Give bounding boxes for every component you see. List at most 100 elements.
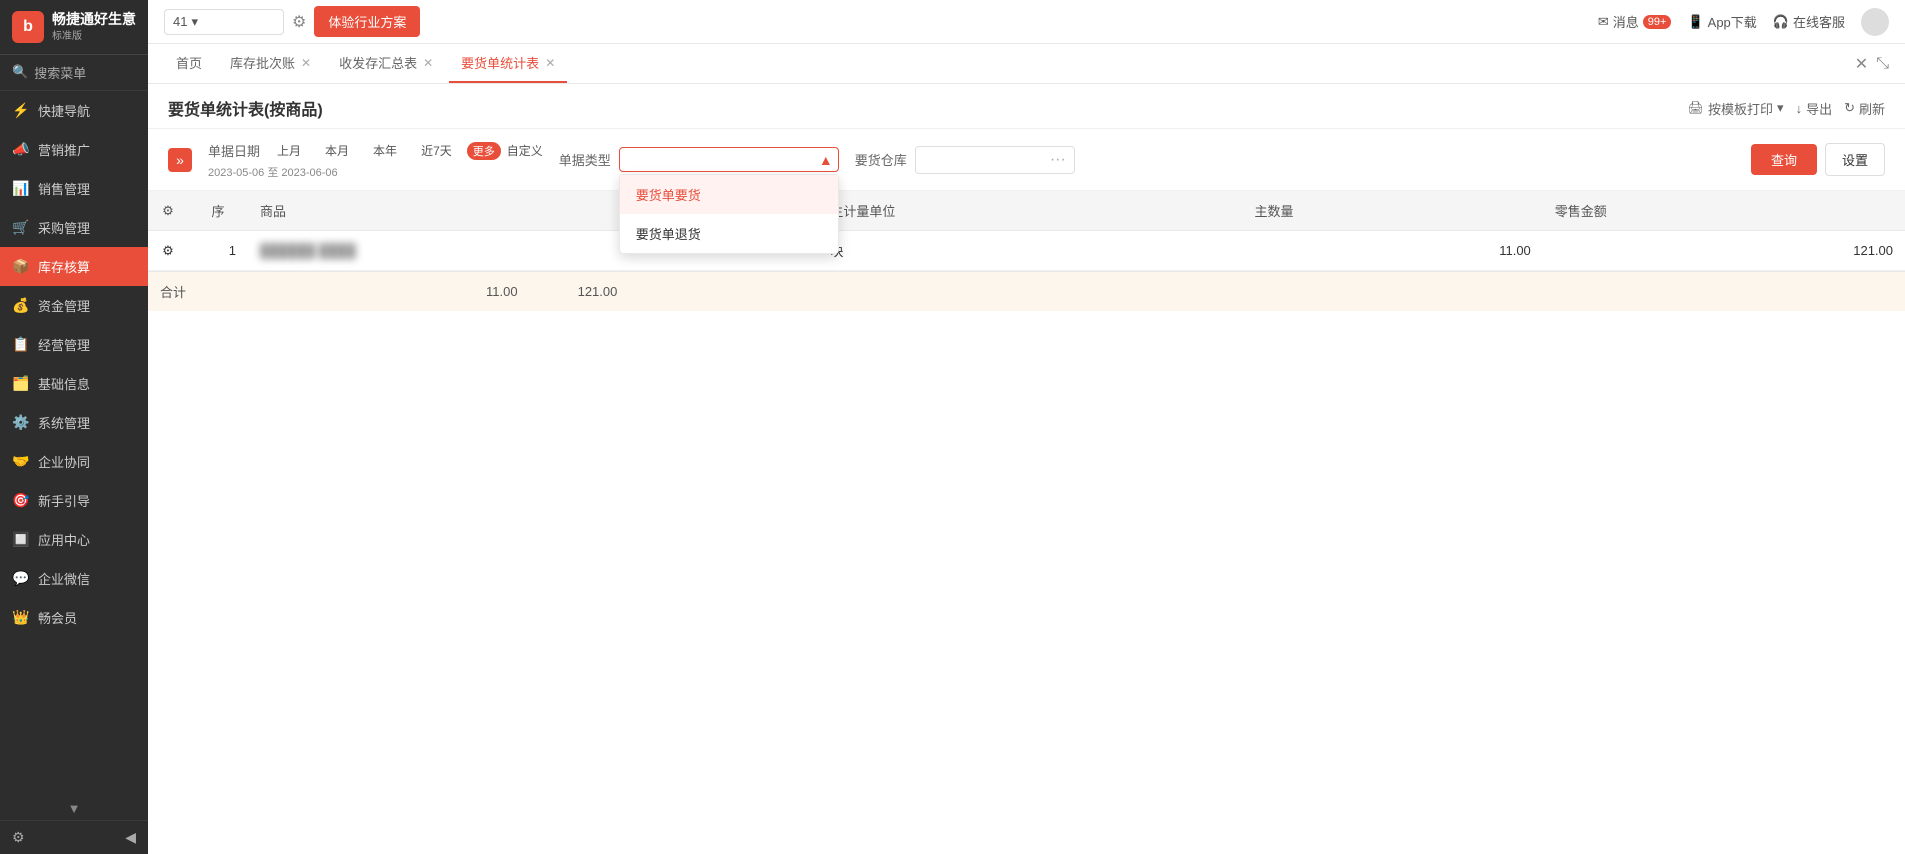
sidebar-item-marketing[interactable]: 📣营销推广 (0, 130, 148, 169)
date-this-year[interactable]: 本年 (364, 139, 406, 162)
sidebar-item-system[interactable]: ⚙️系统管理 (0, 403, 148, 442)
settings-button[interactable]: 设置 (1825, 143, 1885, 176)
topbar-left: 41 ▾ ⚙ 体验行业方案 (164, 6, 1586, 37)
tabs-bar: 首页库存批次账 ✕收发存汇总表 ✕要货单统计表 ✕✕⤡ (148, 44, 1905, 84)
app-download-btn[interactable]: 📱 App下载 (1687, 12, 1756, 31)
sidebar-item-operations[interactable]: 📋经营管理 (0, 325, 148, 364)
logo-icon: b (12, 11, 44, 43)
tab-close-batch[interactable]: ✕ (301, 56, 311, 70)
refresh-icon: ↻ (1844, 100, 1855, 116)
date-last-7[interactable]: 近7天 (412, 139, 461, 162)
page-panel: 要货单统计表(按商品) 🖨 按模板打印 ▾ ↓ 导出 ↻ 刷新 (148, 84, 1905, 854)
operations-icon: 📋 (12, 335, 30, 353)
sidebar-item-member[interactable]: 👑畅会员 (0, 598, 148, 637)
row-index: 1 (188, 231, 248, 271)
trial-button[interactable]: 体验行业方案 (314, 6, 420, 37)
appstore-icon: 🔲 (12, 530, 30, 548)
app-logo: b 畅捷通好生意 标准版 (0, 0, 148, 55)
col-amount: 零售金额 (1543, 191, 1905, 231)
collapse-icon[interactable]: ◀ (125, 829, 136, 846)
export-icon: ↓ (1796, 101, 1803, 116)
company-select[interactable]: 41 ▾ (164, 9, 284, 35)
settings-icon[interactable]: ⚙ (12, 829, 25, 846)
online-service-btn[interactable]: 🎧 在线客服 (1773, 12, 1845, 31)
messages-btn[interactable]: ✉ 消息 99+ (1598, 12, 1672, 31)
tab-batch[interactable]: 库存批次账 ✕ (218, 44, 323, 83)
warehouse-label: 要货仓库 (855, 150, 907, 169)
download-icon: 📱 (1687, 14, 1703, 30)
sidebar-item-wechat[interactable]: 💬企业微信 (0, 559, 148, 598)
print-chevron-icon: ▾ (1777, 100, 1784, 116)
user-avatar[interactable] (1861, 8, 1889, 36)
warehouse-filter-group: 要货仓库 ··· (855, 146, 1075, 174)
chevron-down-icon: ▾ (191, 14, 198, 30)
inventory-icon: 📦 (12, 257, 30, 275)
footer-label: 合计 (160, 282, 186, 301)
quick-nav-icon: ⚡ (12, 101, 30, 119)
message-icon: ✉ (1598, 14, 1609, 30)
date-filter-group: 单据日期 上月 本月 本年 近7天 更多 自定义 2023-05-06 至 20… (208, 139, 543, 180)
sidebar: b 畅捷通好生意 标准版 🔍 搜索菜单 ⚡快捷导航📣营销推广📊销售管理🛒采购管理… (0, 0, 148, 854)
filter-bar: » 单据日期 上月 本月 本年 近7天 更多 自定义 (148, 129, 1905, 191)
table-row: ⚙ 1 ██████ ████ 块 11.00 121.00 (148, 231, 1905, 271)
guide-icon: 🎯 (12, 491, 30, 509)
search-icon: 🔍 (12, 64, 28, 80)
page-title: 要货单统计表(按商品) (168, 96, 323, 120)
search-menu[interactable]: 🔍 搜索菜单 (0, 55, 148, 91)
date-last-month[interactable]: 上月 (268, 139, 310, 162)
logo-text: 畅捷通好生意 标准版 (52, 10, 136, 44)
close-all-icon[interactable]: ✕ (1855, 54, 1868, 74)
tab-home[interactable]: 首页 (164, 44, 214, 83)
service-icon: 🎧 (1773, 14, 1789, 30)
date-shortcuts: 上月 本月 本年 近7天 更多 自定义 (268, 139, 543, 162)
export-btn[interactable]: ↓ 导出 (1796, 99, 1833, 118)
nav-scroll-down[interactable]: ▼ (0, 797, 148, 820)
sidebar-item-quick-nav[interactable]: ⚡快捷导航 (0, 91, 148, 130)
tab-close-receipt[interactable]: ✕ (423, 56, 433, 70)
type-select-wrapper: ▲ 要货单要货要货单退货 (619, 147, 839, 172)
date-more-badge[interactable]: 更多 (467, 142, 501, 160)
sidebar-item-guide[interactable]: 🎯新手引导 (0, 481, 148, 520)
page-header: 要货单统计表(按商品) 🖨 按模板打印 ▾ ↓ 导出 ↻ 刷新 (148, 84, 1905, 129)
page-content: 要货单统计表(按商品) 🖨 按模板打印 ▾ ↓ 导出 ↻ 刷新 (148, 84, 1905, 854)
enterprise-icon: 🤝 (12, 452, 30, 470)
type-label: 单据类型 (559, 150, 611, 169)
date-label: 单据日期 (208, 141, 260, 160)
col-settings: ⚙ (148, 191, 188, 231)
sidebar-item-basics[interactable]: 🗂️基础信息 (0, 364, 148, 403)
warehouse-select[interactable]: ··· (915, 146, 1075, 174)
dropdown-item-order-goods[interactable]: 要货单要货 (620, 175, 838, 214)
member-icon: 👑 (12, 608, 30, 626)
tab-close-order-stats[interactable]: ✕ (545, 56, 555, 70)
wechat-icon: 💬 (12, 569, 30, 587)
topbar-gear-icon[interactable]: ⚙ (292, 12, 306, 32)
row-settings[interactable]: ⚙ (148, 231, 188, 271)
filter-actions: 查询 设置 (1751, 143, 1885, 176)
sidebar-item-finance[interactable]: 💰资金管理 (0, 286, 148, 325)
sidebar-item-sales[interactable]: 📊销售管理 (0, 169, 148, 208)
refresh-btn[interactable]: ↻ 刷新 (1844, 99, 1885, 118)
tab-order-stats[interactable]: 要货单统计表 ✕ (449, 44, 567, 83)
sidebar-item-purchase[interactable]: 🛒采购管理 (0, 208, 148, 247)
row-amount: 121.00 (1543, 231, 1905, 271)
query-button[interactable]: 查询 (1751, 144, 1817, 175)
type-select-input[interactable] (619, 147, 839, 172)
date-this-month[interactable]: 本月 (316, 139, 358, 162)
expand-icon[interactable]: ⤡ (1876, 55, 1889, 73)
tab-receipt[interactable]: 收发存汇总表 ✕ (327, 44, 445, 83)
dropdown-item-order-return[interactable]: 要货单退货 (620, 214, 838, 253)
sidebar-item-appstore[interactable]: 🔲应用中心 (0, 520, 148, 559)
date-custom-btn[interactable]: 自定义 (507, 142, 543, 159)
col-index: 序 (188, 191, 248, 231)
header-actions: 🖨 按模板打印 ▾ ↓ 导出 ↻ 刷新 (1688, 99, 1886, 118)
system-icon: ⚙️ (12, 413, 30, 431)
topbar-right: ✉ 消息 99+ 📱 App下载 🎧 在线客服 (1598, 8, 1889, 36)
filter-toggle-btn[interactable]: » (168, 148, 192, 172)
nav-list: ⚡快捷导航📣营销推广📊销售管理🛒采购管理📦库存核算💰资金管理📋经营管理🗂️基础信… (0, 91, 148, 797)
footer-amount: 121.00 (578, 284, 618, 299)
print-btn[interactable]: 🖨 按模板打印 ▾ (1688, 99, 1784, 118)
type-dropdown: 要货单要货要货单退货 (619, 174, 839, 254)
sidebar-item-enterprise[interactable]: 🤝企业协同 (0, 442, 148, 481)
sidebar-item-inventory[interactable]: 📦库存核算 (0, 247, 148, 286)
table-header-row: ⚙ 序 商品 主计量单位 主数量 零售金额 (148, 191, 1905, 231)
